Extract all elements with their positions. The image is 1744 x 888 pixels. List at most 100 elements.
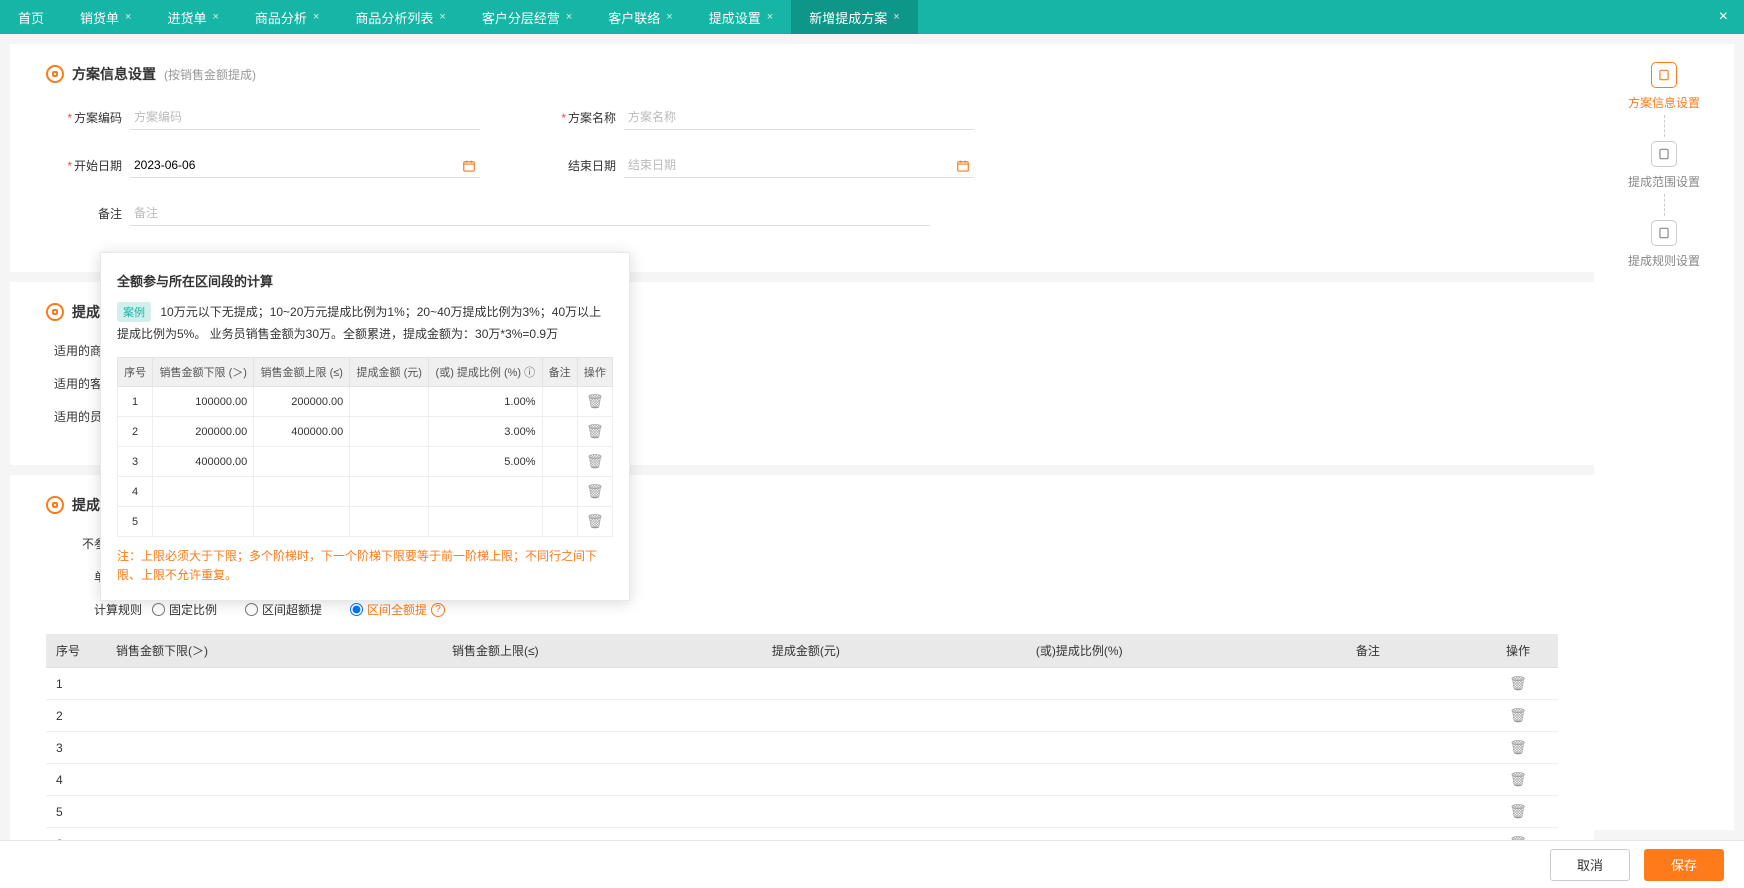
cell-seq: 5 [118,507,153,537]
cell-upper [254,507,350,537]
panel-title-text: 方案信息设置 [72,64,156,84]
close-icon[interactable]: × [313,11,319,23]
close-all-tabs-icon[interactable]: × [1713,0,1734,34]
cell-lower[interactable] [106,764,442,796]
table-row[interactable]: 4🗑 [46,764,1558,796]
cell-amount[interactable] [762,828,1026,841]
cell-upper[interactable] [442,796,762,828]
radio-interval-excess[interactable]: 区间超额提 [245,601,322,618]
cell-upper[interactable] [442,764,762,796]
trash-icon[interactable]: 🗑 [586,513,604,529]
cell-amount [350,447,429,477]
cell-upper[interactable] [442,700,762,732]
close-icon[interactable]: × [125,11,131,23]
cell-lower[interactable] [106,700,442,732]
cell-lower [153,477,254,507]
cell-lower[interactable] [106,668,442,700]
table-row[interactable]: 3🗑 [46,732,1558,764]
close-icon[interactable]: × [767,11,773,23]
footer-bar: 取消 保存 [0,840,1744,888]
cell-amount[interactable] [762,764,1026,796]
tab-commission-settings[interactable]: 提成设置× [691,0,791,34]
table-row[interactable]: 1🗑 [46,668,1558,700]
cell-ratio[interactable] [1026,668,1346,700]
cell-amount[interactable] [762,732,1026,764]
cell-ratio[interactable] [1026,700,1346,732]
step-nav: 方案信息设置 提成范围设置 提成规则设置 [1594,44,1734,830]
section-bullet-icon [46,303,64,321]
cell-ratio[interactable] [1026,764,1346,796]
tab-new-commission-plan[interactable]: 新增提成方案× [791,0,917,34]
tab-product-analysis-list[interactable]: 商品分析列表× [337,0,463,34]
section-bullet-icon [46,496,64,514]
cell-remark[interactable] [1346,668,1478,700]
tab-product-analysis[interactable]: 商品分析× [237,0,337,34]
example-table: 序号 销售金额下限 (＞) 销售金额上限 (≤) 提成金额 (元) (或) 提成… [117,357,613,537]
input-start-date[interactable] [130,152,480,178]
cell-remark[interactable] [1346,764,1478,796]
tab-sales[interactable]: 销货单× [62,0,149,34]
radio-interval-full[interactable]: 区间全额提? [350,601,445,618]
cell-remark[interactable] [1346,700,1478,732]
cell-ratio[interactable] [1026,732,1346,764]
trash-icon[interactable]: 🗑 [586,423,604,439]
help-icon[interactable]: ? [431,603,445,617]
cell-remark[interactable] [1346,732,1478,764]
cell-seq: 2 [46,700,106,732]
label-remark: 备注 [46,205,122,222]
cell-remark[interactable] [1346,828,1478,841]
radio-fixed-ratio[interactable]: 固定比例 [152,601,217,618]
close-icon[interactable]: × [566,11,572,23]
th-lower: 销售金额下限 (＞) [153,358,254,387]
step-scope[interactable]: 提成范围设置 [1628,141,1700,190]
tab-home[interactable]: 首页 [0,0,62,34]
cell-upper[interactable] [442,828,762,841]
close-icon[interactable]: × [439,11,445,23]
close-icon[interactable]: × [212,11,218,23]
label-plan-code: *方案编码 [46,109,122,126]
cell-amount[interactable] [762,668,1026,700]
trash-icon[interactable]: 🗑 [1509,739,1527,755]
cell-remark[interactable] [1346,796,1478,828]
trash-icon[interactable]: 🗑 [1509,771,1527,787]
step-icon [1651,141,1677,167]
table-row[interactable]: 6🗑 [46,828,1558,841]
input-plan-code[interactable] [130,104,480,130]
trash-icon[interactable]: 🗑 [586,393,604,409]
cell-remark [542,387,577,417]
step-icon [1651,220,1677,246]
input-remark[interactable] [130,200,930,226]
trash-icon[interactable]: 🗑 [1509,707,1527,723]
step-rules[interactable]: 提成规则设置 [1628,220,1700,269]
cell-ratio[interactable] [1026,828,1346,841]
trash-icon[interactable]: 🗑 [1509,803,1527,819]
input-end-date[interactable] [624,152,974,178]
cell-amount[interactable] [762,700,1026,732]
cell-lower: 400000.00 [153,447,254,477]
cell-lower[interactable] [106,796,442,828]
close-icon[interactable]: × [666,11,672,23]
cell-upper[interactable] [442,668,762,700]
save-button[interactable]: 保存 [1644,849,1724,881]
table-row[interactable]: 2🗑 [46,700,1558,732]
cancel-button[interactable]: 取消 [1550,849,1630,881]
step-plan-info[interactable]: 方案信息设置 [1628,62,1700,111]
cell-amount [350,417,429,447]
tab-bar: 首页 销货单× 进货单× 商品分析× 商品分析列表× 客户分层经营× 客户联络×… [0,0,1744,34]
tab-customer-contact[interactable]: 客户联络× [590,0,690,34]
close-icon[interactable]: × [893,11,899,23]
input-plan-name[interactable] [624,104,974,130]
table-row[interactable]: 5🗑 [46,796,1558,828]
cell-amount[interactable] [762,796,1026,828]
tab-purchase[interactable]: 进货单× [149,0,236,34]
cell-ratio [429,507,542,537]
cell-upper[interactable] [442,732,762,764]
trash-icon[interactable]: 🗑 [586,453,604,469]
trash-icon[interactable]: 🗑 [586,483,604,499]
trash-icon[interactable]: 🗑 [1509,675,1527,691]
cell-lower[interactable] [106,732,442,764]
tab-customer-tier[interactable]: 客户分层经营× [464,0,590,34]
cell-ratio[interactable] [1026,796,1346,828]
cell-lower[interactable] [106,828,442,841]
label-plan-name: *方案名称 [540,109,616,126]
